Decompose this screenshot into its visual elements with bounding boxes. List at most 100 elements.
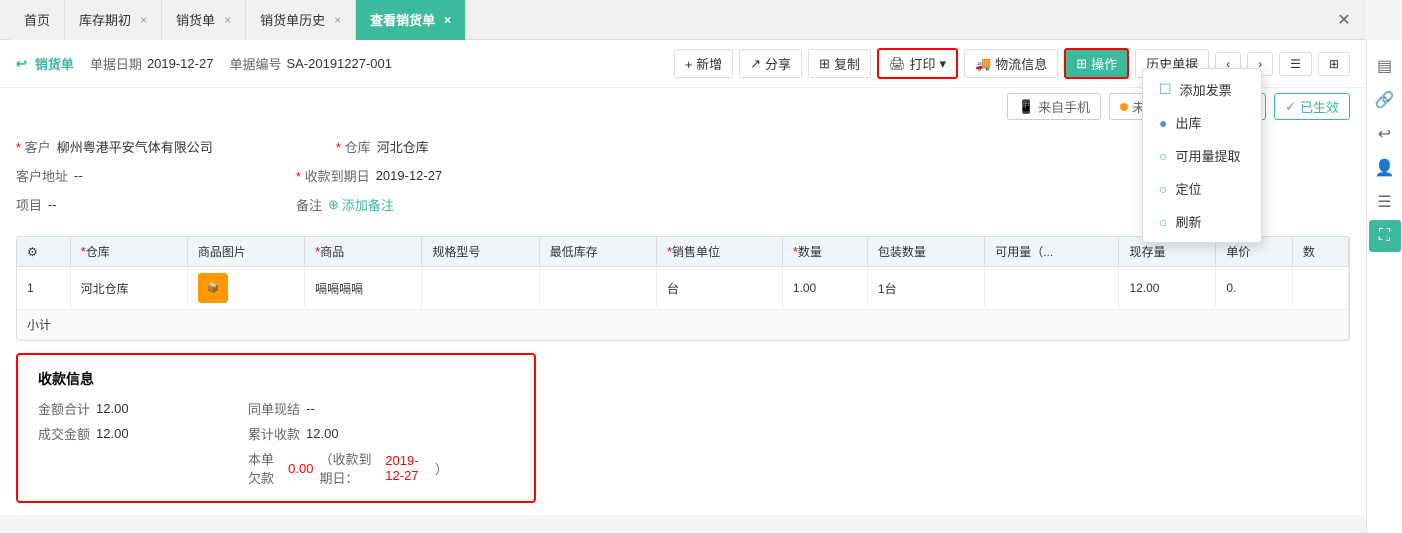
th-quantity: *数量 bbox=[782, 237, 867, 267]
take-effect-icon: ✓ bbox=[1285, 99, 1296, 115]
refresh-label: 刷新 bbox=[1175, 212, 1201, 231]
sidebar-icon-2[interactable]: 🔗 bbox=[1369, 84, 1401, 116]
locate-label: 定位 bbox=[1175, 179, 1201, 198]
tab-sales-history-close[interactable]: × bbox=[334, 13, 341, 27]
payment-info-box: 收款信息 金额合计 12.00 同单现结 -- 成交金额 12.00 bbox=[16, 353, 536, 503]
layout-list-button[interactable]: ☰ bbox=[1279, 52, 1312, 76]
tab-sales-history[interactable]: 销货单历史 × bbox=[246, 0, 356, 40]
add-note-button[interactable]: ⊕ 添加备注 bbox=[328, 195, 394, 214]
logistics-button[interactable]: 🚚 物流信息 bbox=[964, 49, 1058, 78]
doc-type-label: 销货单 bbox=[35, 54, 74, 73]
tab-view-order[interactable]: 查看销货单 × bbox=[356, 0, 466, 40]
copy-button[interactable]: ⊞ 复制 bbox=[808, 49, 871, 78]
operations-icon: ⊞ bbox=[1076, 56, 1087, 72]
payment-info-grid: 金额合计 12.00 同单现结 -- 成交金额 12.00 累计收款 12.00 bbox=[38, 399, 514, 487]
th-settings[interactable]: ⚙ bbox=[17, 237, 70, 267]
current-due-label: 本单欠款 bbox=[248, 449, 282, 487]
single-settlement-value: -- bbox=[306, 401, 315, 416]
layout-grid-button[interactable]: ⊞ bbox=[1318, 52, 1350, 76]
product-thumbnail: 📦 bbox=[198, 273, 228, 303]
due-date: 2019-12-27 bbox=[385, 453, 429, 483]
th-warehouse: *仓库 bbox=[70, 237, 187, 267]
copy-button-label: 复制 bbox=[834, 54, 860, 73]
dropdown-locate[interactable]: ○ 定位 bbox=[1143, 172, 1261, 205]
th-spec: 规格型号 bbox=[422, 237, 539, 267]
doc-number-value: SA-20191227-001 bbox=[286, 56, 392, 71]
transaction-amount-label: 成交金额 bbox=[38, 424, 90, 443]
doc-date-value: 2019-12-27 bbox=[147, 56, 214, 71]
cell-sales-unit: 台 bbox=[656, 267, 782, 310]
address-value: -- bbox=[74, 168, 83, 183]
current-due-value: 0.00 bbox=[288, 461, 313, 476]
payment-date-value: 2019-12-27 bbox=[376, 168, 443, 183]
window-close-button[interactable]: ✕ bbox=[1332, 8, 1356, 32]
logistics-button-label: 物流信息 bbox=[995, 54, 1047, 73]
outbound-icon: ● bbox=[1159, 115, 1167, 131]
subtotal-cell: 小计 bbox=[17, 310, 1349, 340]
current-due-row: 本单欠款 0.00 （收款到期日： 2019-12-27 ） bbox=[248, 449, 448, 487]
tab-home-label: 首页 bbox=[24, 10, 50, 29]
payment-date-label: 收款到期日 bbox=[296, 166, 370, 185]
project-field: 项目 -- bbox=[16, 195, 216, 214]
operations-button[interactable]: ⊞ 操作 bbox=[1064, 48, 1129, 79]
share-button[interactable]: ↗ 分享 bbox=[739, 49, 802, 78]
add-note-icon: ⊕ bbox=[328, 197, 339, 213]
th-available: 可用量（... bbox=[985, 237, 1119, 267]
operations-button-label: 操作 bbox=[1091, 54, 1117, 73]
cell-quantity: 1.00 bbox=[782, 267, 867, 310]
transaction-amount-value: 12.00 bbox=[96, 426, 129, 441]
dropdown-outbound[interactable]: ● 出库 bbox=[1143, 106, 1261, 139]
th-amount: 数 bbox=[1292, 237, 1348, 267]
customer-label: 客户 bbox=[16, 137, 51, 156]
tab-sales-order[interactable]: 销货单 × bbox=[162, 0, 246, 40]
customer-value: 柳州粤港平安气体有限公司 bbox=[57, 137, 213, 156]
cell-index: 1 bbox=[17, 267, 70, 310]
due-note: （收款到期日： bbox=[319, 449, 379, 487]
data-table: ⚙ *仓库 商品图片 *商品 规格型号 最低库存 *销售单位 *数量 包装数量 … bbox=[17, 237, 1349, 340]
dropdown-add-invoice[interactable]: ☐ 添加发票 bbox=[1143, 73, 1261, 106]
cell-spec bbox=[422, 267, 539, 310]
tab-home[interactable]: 首页 bbox=[10, 0, 65, 40]
payment-date-field: 收款到期日 2019-12-27 bbox=[296, 166, 496, 185]
customer-field: 客户 柳州粤港平安气体有限公司 bbox=[16, 137, 216, 156]
from-phone-label: 来自手机 bbox=[1038, 97, 1090, 116]
doc-date-label: 单据日期 bbox=[90, 54, 142, 73]
sidebar-icon-1[interactable]: ▤ bbox=[1369, 50, 1401, 82]
tab-sales-history-label: 销货单历史 bbox=[260, 10, 325, 29]
sidebar-icon-expand[interactable]: ⛶ bbox=[1369, 220, 1401, 252]
dropdown-available-qty[interactable]: ○ 可用量提取 bbox=[1143, 139, 1261, 172]
sidebar-icon-3[interactable]: ↩ bbox=[1369, 118, 1401, 150]
due-note-end: ） bbox=[435, 459, 448, 478]
print-button-label: 打印 bbox=[909, 54, 935, 73]
warehouse-value: 河北仓库 bbox=[377, 137, 429, 156]
new-button[interactable]: + 新增 bbox=[674, 49, 733, 78]
doc-title-area: ↩ 销货单 bbox=[16, 54, 74, 73]
locate-icon: ○ bbox=[1159, 181, 1167, 197]
tab-inventory-init-label: 库存期初 bbox=[79, 10, 131, 29]
address-field: 客户地址 -- bbox=[16, 166, 216, 185]
tab-inventory-init-close[interactable]: × bbox=[140, 13, 147, 27]
tab-inventory-init[interactable]: 库存期初 × bbox=[65, 0, 162, 40]
sidebar-icon-4[interactable]: 👤 bbox=[1369, 152, 1401, 184]
doc-meta: 单据日期 2019-12-27 单据编号 SA-20191227-001 bbox=[90, 54, 392, 73]
tab-sales-order-close[interactable]: × bbox=[224, 13, 231, 27]
sidebar-icon-5[interactable]: ☰ bbox=[1369, 186, 1401, 218]
print-button[interactable]: 🖨 打印 ▾ bbox=[877, 48, 958, 79]
outbound-label: 出库 bbox=[1175, 113, 1201, 132]
cell-warehouse: 河北仓库 bbox=[70, 267, 187, 310]
right-sidebar: ▤ 🔗 ↩ 👤 ☰ ⛶ bbox=[1366, 40, 1402, 533]
available-qty-label: 可用量提取 bbox=[1175, 146, 1240, 165]
take-effect-button[interactable]: ✓ 已生效 bbox=[1274, 93, 1350, 120]
dropdown-refresh[interactable]: ○ 刷新 bbox=[1143, 205, 1261, 238]
project-label: 项目 bbox=[16, 195, 42, 214]
cell-min-stock bbox=[539, 267, 656, 310]
tab-view-order-close[interactable]: × bbox=[444, 13, 451, 27]
total-amount-value: 12.00 bbox=[96, 401, 129, 416]
from-phone-button[interactable]: 📱 来自手机 bbox=[1007, 93, 1101, 120]
th-min-stock: 最低库存 bbox=[539, 237, 656, 267]
available-qty-icon: ○ bbox=[1159, 148, 1167, 164]
single-settlement-field: 同单现结 -- bbox=[248, 399, 448, 418]
share-button-label: 分享 bbox=[765, 54, 791, 73]
cumulative-payment-field: 累计收款 12.00 bbox=[248, 424, 448, 443]
take-effect-label: 已生效 bbox=[1300, 97, 1339, 116]
